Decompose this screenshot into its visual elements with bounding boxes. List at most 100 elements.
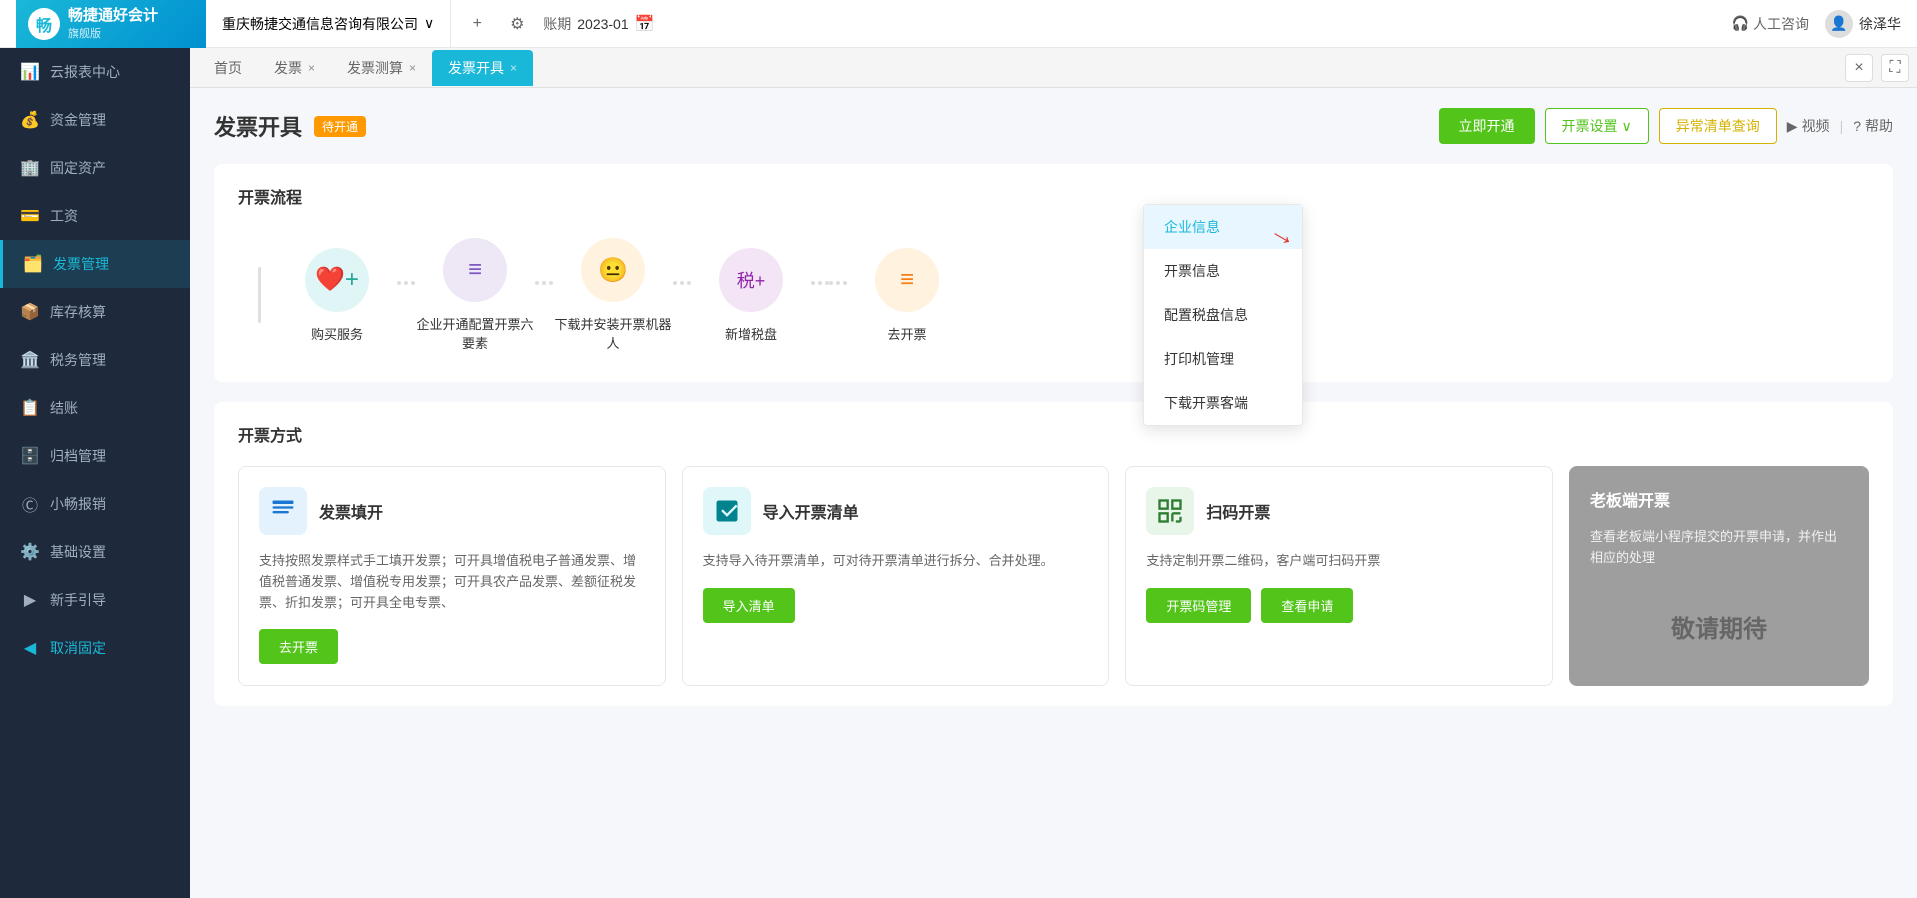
settings-button[interactable]: 开票设置 ∨: [1545, 108, 1649, 144]
accounting-icon: 📋: [20, 398, 40, 418]
main-content: 首页 发票 × 发票测算 × 发票开具 × × ⛶ 发票开具 待开通 立即开通: [190, 48, 1917, 898]
tab-home[interactable]: 首页: [198, 50, 258, 86]
method-card-import-list: 导入开票清单 支持导入待开票清单，可对待开票清单进行拆分、合并处理。 导入清单: [682, 466, 1110, 686]
sidebar-item-cloud-report[interactable]: 📊 云报表中心: [0, 48, 190, 96]
sidebar-label: 发票管理: [53, 254, 109, 274]
headset-icon: 🎧: [1732, 15, 1749, 32]
manual-fill-desc: 支持按照发票样式手工填开发票；可开具增值税电子普通发票、增值税普通发票、增值税专…: [259, 551, 645, 613]
qr-manage-btn[interactable]: 开票码管理: [1146, 588, 1251, 623]
top-actions: + ⚙: [451, 10, 543, 38]
period-label: 账期: [543, 14, 571, 34]
page-actions: 立即开通 开票设置 ∨ 异常清单查询 ▶ 视频 | ? 帮助: [1439, 108, 1893, 144]
video-button[interactable]: ▶ 视频: [1787, 116, 1830, 136]
salary-icon: 💳: [20, 206, 40, 226]
boss-invoice-title: 老板端开票: [1590, 487, 1670, 511]
sidebar-item-archive[interactable]: 🗄️ 归档管理: [0, 432, 190, 480]
activate-button[interactable]: 立即开通: [1439, 108, 1535, 144]
process-section: 开票流程 ❤️+ 购买服务 ≡ 企业开通配置开票六要素: [214, 164, 1893, 382]
page-header: 发票开具 待开通 立即开通 开票设置 ∨ 异常清单查询 ▶ 视频 | ? 帮助: [214, 108, 1893, 144]
sidebar-item-salary[interactable]: 💳 工资: [0, 192, 190, 240]
add-button[interactable]: +: [463, 10, 491, 38]
printer-mgmt-label: 打印机管理: [1164, 349, 1234, 369]
tab-invoice-issue[interactable]: 发票开具 ×: [432, 50, 533, 86]
help-button[interactable]: 🎧 人工咨询: [1732, 14, 1809, 34]
download-label: 下载并安装开票机器人: [553, 314, 673, 352]
process-step-tax-disk[interactable]: 税+ 新增税盘: [691, 248, 811, 343]
dropdown-tax-disk-config[interactable]: 配置税盘信息: [1144, 293, 1302, 337]
sidebar-item-basic-settings[interactable]: ⚙️ 基础设置: [0, 528, 190, 576]
boss-invoice-desc: 查看老板端小程序提交的开票申请，并作出相应的处理: [1590, 527, 1848, 569]
process-step-config[interactable]: ≡ 企业开通配置开票六要素: [415, 238, 535, 352]
method-header-boss: 老板端开票: [1590, 487, 1848, 511]
user-name: 徐泽华: [1859, 14, 1901, 34]
download-client-label: 下载开票客端: [1164, 393, 1248, 413]
expand-tab-button[interactable]: ⛶: [1881, 54, 1909, 82]
import-btn[interactable]: 导入清单: [703, 588, 795, 623]
company-name: 重庆畅捷交通信息咨询有限公司: [222, 14, 418, 34]
boss-invoice-overlay: 敬请期待: [1590, 609, 1848, 644]
sidebar-item-invoice-mgmt[interactable]: 🗂️ 发票管理: [0, 240, 190, 288]
archive-icon: 🗄️: [20, 446, 40, 466]
company-selector[interactable]: 重庆畅捷交通信息咨询有限公司 ∨: [206, 0, 451, 48]
tab-invoice-issue-label: 发票开具: [448, 58, 504, 78]
scan-icon: [1146, 487, 1194, 535]
dropdown-invoice-info[interactable]: 开票信息: [1144, 249, 1302, 293]
sidebar: 📊 云报表中心 💰 资金管理 🏢 固定资产 💳 工资 🗂️ 发票管理 📦 库存核…: [0, 48, 190, 898]
company-info-label: 企业信息: [1164, 217, 1220, 237]
tab-invoice-issue-close[interactable]: ×: [510, 61, 517, 75]
go-invoice-label: 去开票: [887, 324, 926, 343]
help-button[interactable]: ? 帮助: [1853, 116, 1893, 136]
sidebar-item-accounting[interactable]: 📋 结账: [0, 384, 190, 432]
sidebar-item-cancel-fixed[interactable]: ◀ 取消固定: [0, 624, 190, 672]
app-name: 畅捷通好会计: [68, 7, 158, 25]
step-connector-4: [811, 281, 829, 309]
process-step-buy-service[interactable]: ❤️+ 购买服务: [277, 248, 397, 343]
settings-icon[interactable]: ⚙: [503, 10, 531, 38]
inventory-icon: 📦: [20, 302, 40, 322]
manual-fill-title: 发票填开: [319, 499, 383, 523]
tab-invoice-close[interactable]: ×: [308, 61, 315, 75]
methods-section: 开票方式 发票填开 支持按照发票样式手工填开发票；可开具增值税电子普通发票、增值…: [214, 402, 1893, 706]
help-label: 人工咨询: [1753, 14, 1809, 34]
tab-home-label: 首页: [214, 58, 242, 78]
process-step-download[interactable]: 😐 下载并安装开票机器人: [553, 238, 673, 352]
sidebar-label: 资金管理: [50, 110, 106, 130]
page-title: 发票开具: [214, 110, 302, 142]
process-step-go-invoice[interactable]: ≡ 去开票: [847, 248, 967, 343]
tab-invoice[interactable]: 发票 ×: [258, 50, 331, 86]
sidebar-item-report-sales[interactable]: Ⓒ 小畅报销: [0, 480, 190, 528]
invoice-info-label: 开票信息: [1164, 261, 1220, 281]
tab-invoice-test-close[interactable]: ×: [409, 61, 416, 75]
sidebar-item-inventory[interactable]: 📦 库存核算: [0, 288, 190, 336]
user-info[interactable]: 👤 徐泽华: [1825, 10, 1901, 38]
logo-text-area: 畅捷通好会计 旗舰版: [68, 7, 158, 41]
tax-disk-icon: 税+: [719, 248, 783, 312]
method-card-manual-fill: 发票填开 支持按照发票样式手工填开发票；可开具增值税电子普通发票、增值税普通发票…: [238, 466, 666, 686]
sidebar-item-tax-mgmt[interactable]: 🏛️ 税务管理: [0, 336, 190, 384]
tab-invoice-test-label: 发票测算: [347, 58, 403, 78]
dropdown-download-client[interactable]: 下载开票客端: [1144, 381, 1302, 425]
method-card-boss-invoice: 老板端开票 查看老板端小程序提交的开票申请，并作出相应的处理 敬请期待: [1569, 466, 1869, 686]
go-invoice-button[interactable]: 去开票: [259, 629, 338, 664]
question-icon: ?: [1853, 118, 1861, 134]
avatar: 👤: [1825, 10, 1853, 38]
method-card-scan-invoice: 扫码开票 支持定制开票二维码，客户端可扫码开票 开票码管理 查看申请: [1125, 466, 1553, 686]
view-apply-btn[interactable]: 查看申请: [1261, 588, 1353, 623]
config-icon: ≡: [443, 238, 507, 302]
tab-invoice-test[interactable]: 发票测算 ×: [331, 50, 432, 86]
calendar-icon[interactable]: 📅: [635, 14, 655, 34]
logo-icon: 畅: [28, 8, 60, 40]
sidebar-item-fixed-assets[interactable]: 🏢 固定资产: [0, 144, 190, 192]
sidebar-label: 税务管理: [50, 350, 106, 370]
fixed-assets-icon: 🏢: [20, 158, 40, 178]
scan-invoice-desc: 支持定制开票二维码，客户端可扫码开票: [1146, 551, 1532, 572]
close-tab-button[interactable]: ×: [1845, 54, 1873, 82]
sidebar-item-new-guide[interactable]: ▶ 新手引导: [0, 576, 190, 624]
abnormal-list-button[interactable]: 异常清单查询: [1659, 108, 1777, 144]
dropdown-printer-mgmt[interactable]: 打印机管理: [1144, 337, 1302, 381]
sidebar-label: 新手引导: [50, 590, 106, 610]
sidebar-item-fund-mgmt[interactable]: 💰 资金管理: [0, 96, 190, 144]
video-label: 视频: [1802, 116, 1830, 136]
methods-grid: 发票填开 支持按照发票样式手工填开发票；可开具增值税电子普通发票、增值税普通发票…: [238, 466, 1869, 686]
scan-invoice-title: 扫码开票: [1206, 499, 1270, 523]
